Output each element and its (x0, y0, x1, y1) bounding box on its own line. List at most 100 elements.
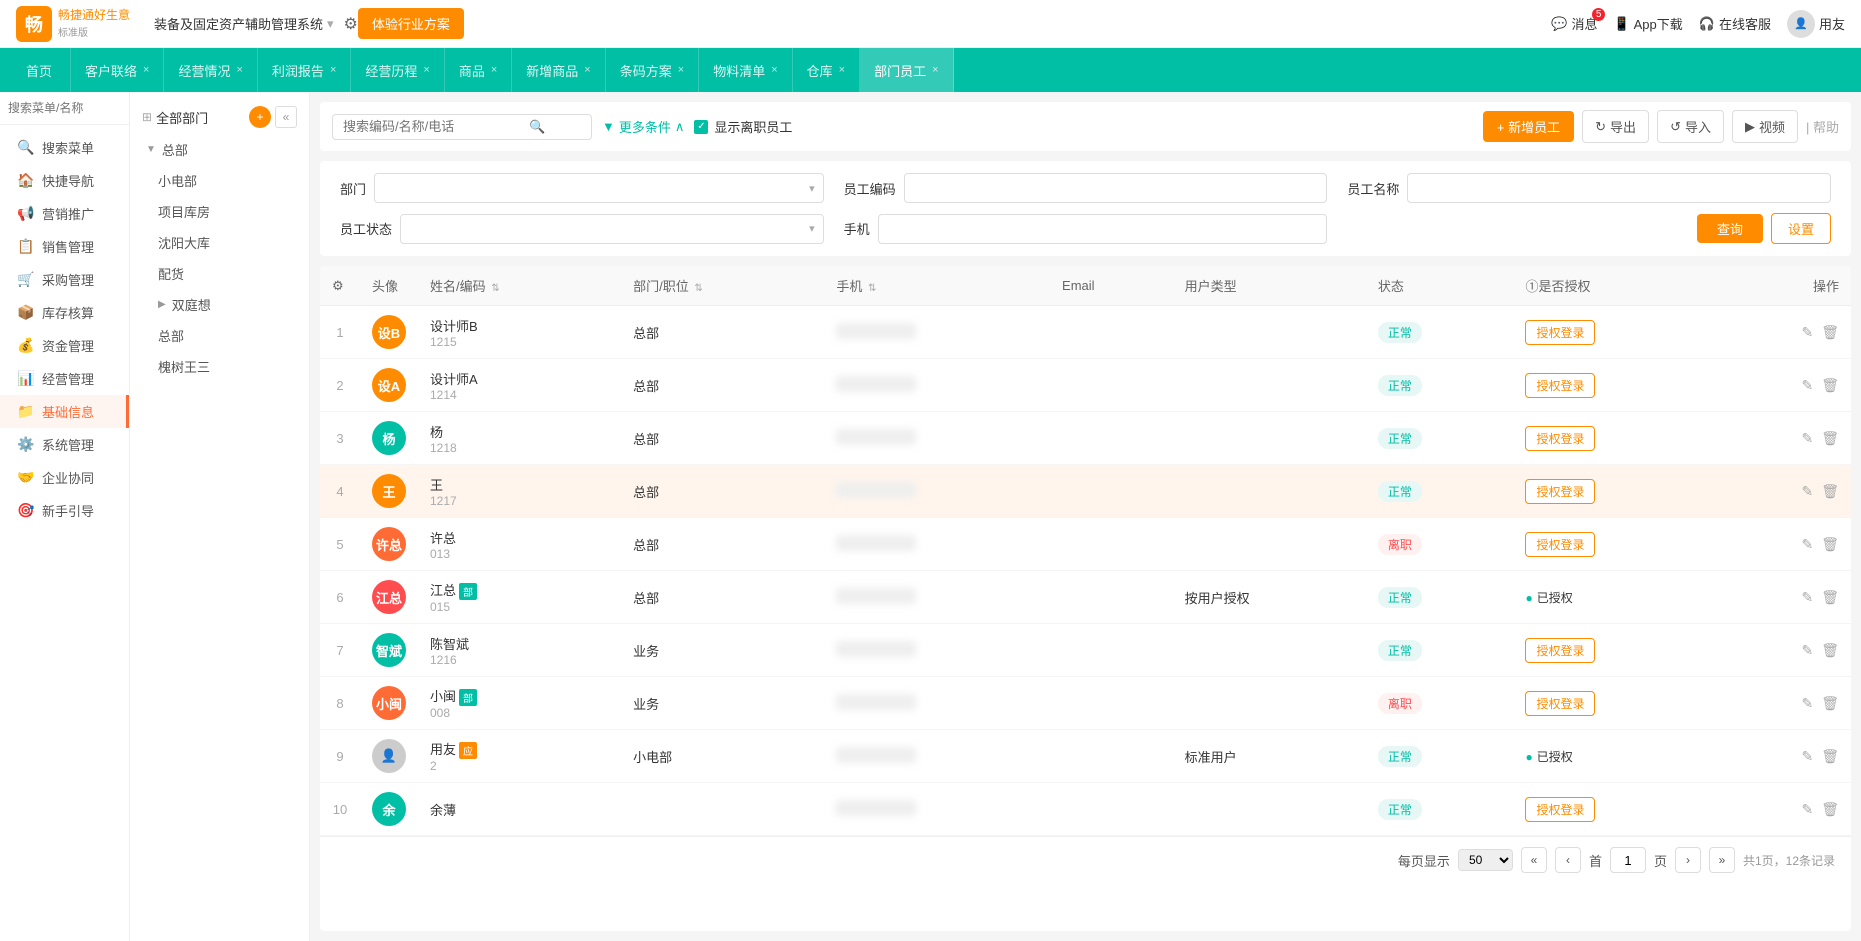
tab-customer-close[interactable]: × (143, 64, 149, 76)
sidebar-item-search[interactable]: 🔍 搜索菜单 (0, 131, 129, 164)
dept-item-headquarters-parent[interactable]: ▼ 总部 (130, 134, 309, 165)
delete-icon[interactable]: 🗑 (1821, 377, 1839, 394)
dept-item-huaishu[interactable]: 槐树王三 (130, 351, 309, 382)
tab-product[interactable]: 商品 × (445, 48, 512, 92)
sidebar-item-nav[interactable]: 🏠 快捷导航 (0, 164, 129, 197)
tab-journey-close[interactable]: × (423, 64, 429, 76)
tab-operation-close[interactable]: × (236, 64, 242, 76)
prev-page-btn[interactable]: ‹ (1555, 847, 1581, 873)
tab-dept-employee-close[interactable]: × (932, 64, 938, 76)
filter-code-input[interactable] (904, 173, 1328, 203)
tab-profit[interactable]: 利润报告 × (258, 48, 351, 92)
tab-new-product-close[interactable]: × (584, 64, 590, 76)
dept-item-distribution[interactable]: 配货 (130, 258, 309, 289)
sidebar-item-finance[interactable]: 💰 资金管理 (0, 329, 129, 362)
filter-dept-select[interactable]: ▾ (374, 173, 824, 203)
sidebar-item-basic[interactable]: 📁 基础信息 (0, 395, 129, 428)
delete-icon[interactable]: 🗑 (1821, 748, 1839, 765)
edit-icon[interactable]: ✎ (1801, 748, 1813, 765)
set-btn[interactable]: 设置 (1771, 213, 1831, 244)
settings-icon[interactable]: ⚙ (344, 14, 358, 34)
tab-new-product[interactable]: 新增商品 × (512, 48, 605, 92)
page-number-input[interactable] (1610, 847, 1646, 873)
sidebar-item-inventory[interactable]: 📦 库存核算 (0, 296, 129, 329)
filter-name-input[interactable] (1407, 173, 1831, 203)
app-download-item[interactable]: 📱 App下载 (1613, 14, 1682, 33)
sidebar-item-business[interactable]: 📊 经营管理 (0, 362, 129, 395)
auth-login-btn[interactable]: 授权登录 (1525, 797, 1595, 822)
dept-item-general[interactable]: 总部 (130, 320, 309, 351)
delete-icon[interactable]: 🗑 (1821, 695, 1839, 712)
tab-home[interactable]: 首页 (8, 48, 71, 92)
filter-phone-input[interactable] (878, 214, 1328, 244)
trial-button[interactable]: 体验行业方案 (358, 8, 464, 39)
query-btn[interactable]: 查询 (1697, 214, 1763, 243)
next-page-btn[interactable]: › (1675, 847, 1701, 873)
import-btn[interactable]: ↺ 导入 (1657, 110, 1724, 143)
dept-item-small-elec[interactable]: 小电部 (130, 165, 309, 196)
delete-icon[interactable]: 🗑 (1821, 642, 1839, 659)
online-service-item[interactable]: 🎧 在线客服 (1699, 14, 1771, 33)
dept-collapse-btn[interactable]: « (275, 106, 297, 128)
delete-icon[interactable]: 🗑 (1821, 324, 1839, 341)
first-page-btn[interactable]: « (1521, 847, 1547, 873)
sort-dept-icon[interactable]: ⇅ (694, 283, 702, 294)
tab-warehouse-close[interactable]: × (839, 64, 845, 76)
tab-warehouse[interactable]: 仓库 × (793, 48, 860, 92)
export-btn[interactable]: ↻ 导出 (1582, 110, 1649, 143)
auth-login-btn[interactable]: 授权登录 (1525, 532, 1595, 557)
video-btn[interactable]: ▶ 视频 (1732, 110, 1798, 143)
sort-name-icon[interactable]: ⇅ (491, 283, 499, 294)
settings-col-icon[interactable]: ⚙ (332, 278, 344, 293)
edit-icon[interactable]: ✎ (1801, 801, 1813, 818)
show-resigned-wrap[interactable]: ✓ 显示离职员工 (694, 117, 792, 136)
user-item[interactable]: 👤 用友 (1787, 10, 1845, 38)
edit-icon[interactable]: ✎ (1801, 642, 1813, 659)
dept-item-shuangtingxiang[interactable]: ▶ 双庭想 (130, 289, 309, 320)
search-input[interactable] (343, 119, 523, 134)
search-icon[interactable]: 🔍 (529, 119, 545, 135)
sidebar-item-guide[interactable]: 🎯 新手引导 (0, 494, 129, 527)
tab-operation[interactable]: 经营情况 × (164, 48, 257, 92)
show-resigned-checkbox[interactable]: ✓ (694, 120, 708, 134)
sidebar-item-purchase[interactable]: 🛒 采购管理 (0, 263, 129, 296)
tab-bom-close[interactable]: × (771, 64, 777, 76)
filter-status-select[interactable]: ▾ (400, 214, 824, 244)
dept-add-btn[interactable]: + (249, 106, 271, 128)
sort-phone-icon[interactable]: ⇅ (868, 283, 876, 294)
auth-login-btn[interactable]: 授权登录 (1525, 638, 1595, 663)
tab-barcode-close[interactable]: × (678, 64, 684, 76)
auth-login-btn[interactable]: 授权登录 (1525, 373, 1595, 398)
edit-icon[interactable]: ✎ (1801, 430, 1813, 447)
sidebar-item-marketing[interactable]: 📢 营销推广 (0, 197, 129, 230)
page-size-select[interactable]: 50 100 (1458, 849, 1513, 871)
edit-icon[interactable]: ✎ (1801, 695, 1813, 712)
dept-item-project-storage[interactable]: 项目库房 (130, 196, 309, 227)
filter-btn[interactable]: ▼ 更多条件 ∧ (602, 117, 684, 136)
delete-icon[interactable]: 🗑 (1821, 801, 1839, 818)
add-employee-btn[interactable]: + 新增员工 (1483, 111, 1574, 142)
sidebar-item-sales[interactable]: 📋 销售管理 (0, 230, 129, 263)
delete-icon[interactable]: 🗑 (1821, 536, 1839, 553)
sidebar-search-input[interactable] (8, 101, 130, 115)
tab-product-close[interactable]: × (491, 64, 497, 76)
delete-icon[interactable]: 🗑 (1821, 430, 1839, 447)
help-label[interactable]: | 帮助 (1806, 117, 1839, 136)
msg-icon-item[interactable]: 💬 消息 5 (1551, 14, 1597, 33)
tab-barcode[interactable]: 条码方案 × (606, 48, 699, 92)
delete-icon[interactable]: 🗑 (1821, 483, 1839, 500)
tab-customer[interactable]: 客户联络 × (71, 48, 164, 92)
sidebar-item-system[interactable]: ⚙️ 系统管理 (0, 428, 129, 461)
edit-icon[interactable]: ✎ (1801, 589, 1813, 606)
edit-icon[interactable]: ✎ (1801, 377, 1813, 394)
auth-login-btn[interactable]: 授权登录 (1525, 479, 1595, 504)
system-title-dropdown[interactable]: ▾ (327, 16, 334, 32)
delete-icon[interactable]: 🗑 (1821, 589, 1839, 606)
auth-login-btn[interactable]: 授权登录 (1525, 691, 1595, 716)
edit-icon[interactable]: ✎ (1801, 536, 1813, 553)
tab-profit-close[interactable]: × (330, 64, 336, 76)
dept-item-shenyang[interactable]: 沈阳大库 (130, 227, 309, 258)
edit-icon[interactable]: ✎ (1801, 324, 1813, 341)
auth-login-btn[interactable]: 授权登录 (1525, 320, 1595, 345)
auth-login-btn[interactable]: 授权登录 (1525, 426, 1595, 451)
